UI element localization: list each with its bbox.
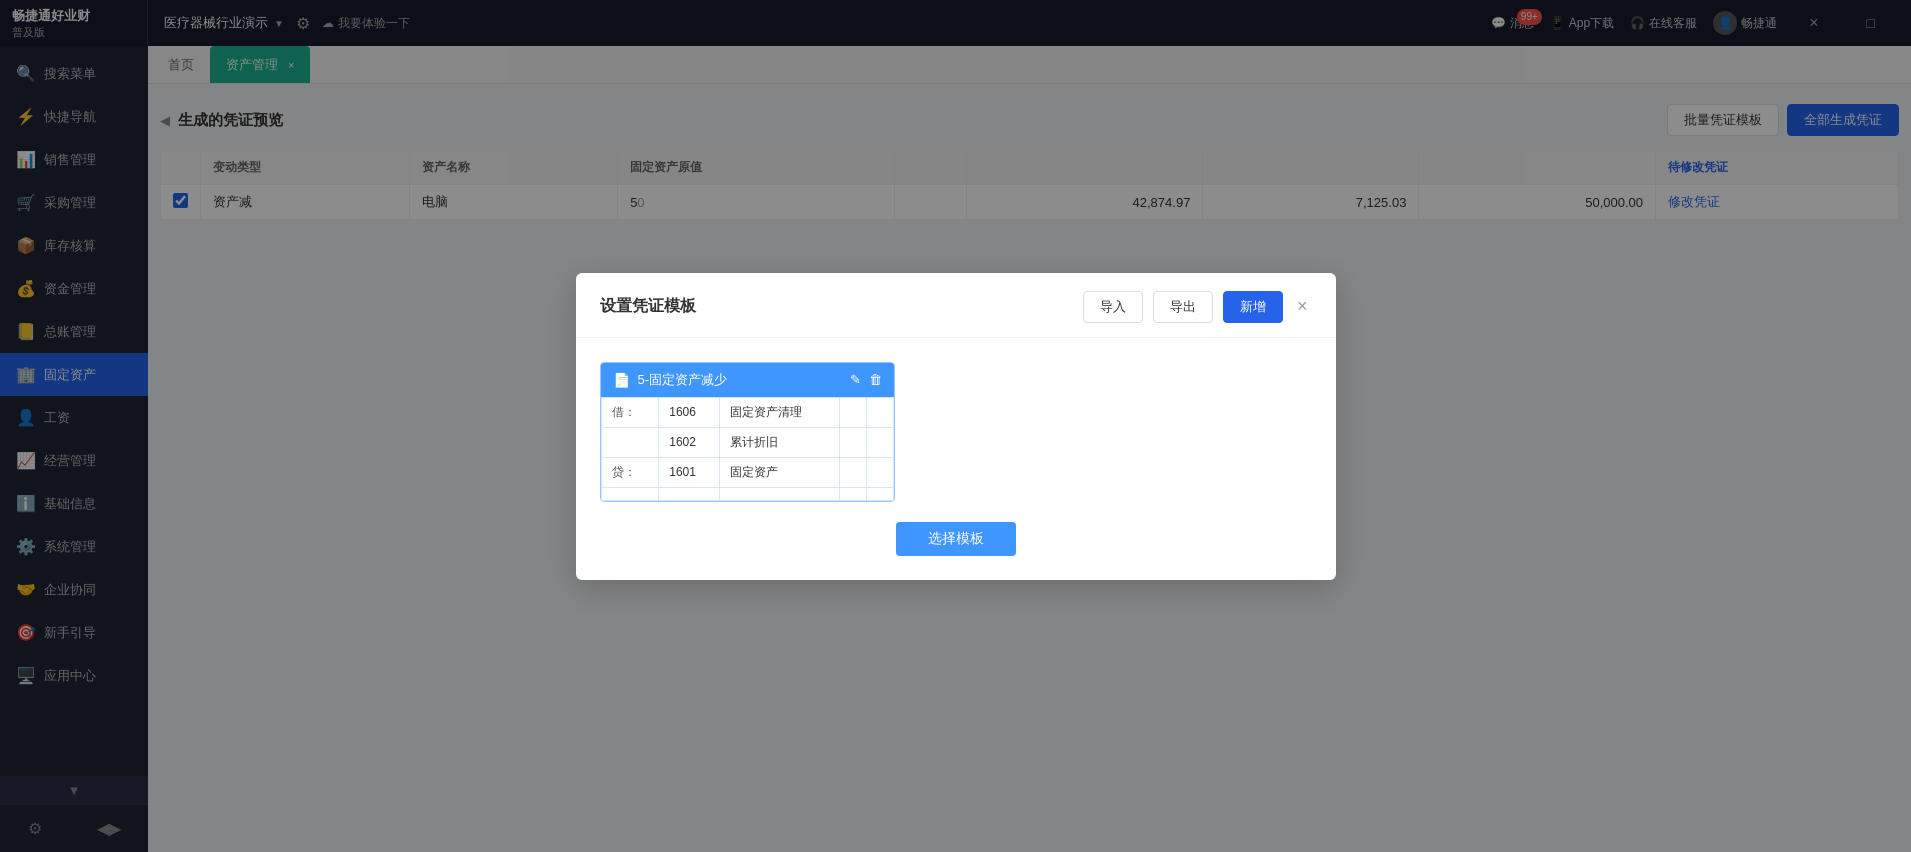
template-cell-name-2: 累计折旧 [720,427,839,457]
template-cell-name-3: 固定资产 [720,457,839,487]
template-cell-empty-2 [659,487,720,500]
template-cell-5-2 [866,427,893,457]
voucher-template-modal: 设置凭证模板 导入 导出 新增 × 📄 5-固定资产减少 ✎ 🗑 [576,273,1336,580]
template-cell-4-1 [839,397,866,427]
new-button[interactable]: 新增 [1223,291,1283,323]
template-cell-code-3: 1601 [659,457,720,487]
template-cell-4-3 [839,457,866,487]
template-card: 📄 5-固定资产减少 ✎ 🗑 借： 1606 固定资产清理 [600,362,895,502]
template-cell-5-1 [866,397,893,427]
template-cell-type-2 [601,427,659,457]
modal-title: 设置凭证模板 [600,296,696,317]
template-cell-5-3 [866,457,893,487]
modal-header: 设置凭证模板 导入 导出 新增 × [576,273,1336,338]
template-row-1: 借： 1606 固定资产清理 [601,397,893,427]
template-cell-empty-3 [720,487,839,500]
template-card-title: 5-固定资产减少 [638,371,728,389]
select-template-button[interactable]: 选择模板 [896,522,1016,556]
template-row-3: 贷： 1601 固定资产 [601,457,893,487]
export-button[interactable]: 导出 [1153,291,1213,323]
template-card-icon: 📄 [613,372,630,388]
template-row-2: 1602 累计折旧 [601,427,893,457]
modal-body: 📄 5-固定资产减少 ✎ 🗑 借： 1606 固定资产清理 [576,338,1336,580]
template-card-title-area: 📄 5-固定资产减少 [613,371,728,389]
modal-close-button[interactable]: × [1293,296,1312,317]
template-cell-4-2 [839,427,866,457]
modal-header-actions: 导入 导出 新增 × [1083,291,1312,323]
template-cell-code-2: 1602 [659,427,720,457]
template-cell-empty-1 [601,487,659,500]
template-cell-type-3: 贷： [601,457,659,487]
import-button[interactable]: 导入 [1083,291,1143,323]
template-cell-name-1: 固定资产清理 [720,397,839,427]
template-cell-empty-4 [839,487,866,500]
template-delete-button[interactable]: 🗑 [869,372,882,387]
template-row-4 [601,487,893,500]
template-card-header: 📄 5-固定资产减少 ✎ 🗑 [601,363,894,397]
template-card-actions: ✎ 🗑 [850,372,882,387]
template-edit-button[interactable]: ✎ [850,372,861,387]
modal-overlay: 设置凭证模板 导入 导出 新增 × 📄 5-固定资产减少 ✎ 🗑 [0,0,1911,852]
template-table: 借： 1606 固定资产清理 1602 累计折旧 [601,397,894,501]
template-cell-empty-5 [866,487,893,500]
template-cell-code-1: 1606 [659,397,720,427]
template-cell-type-1: 借： [601,397,659,427]
